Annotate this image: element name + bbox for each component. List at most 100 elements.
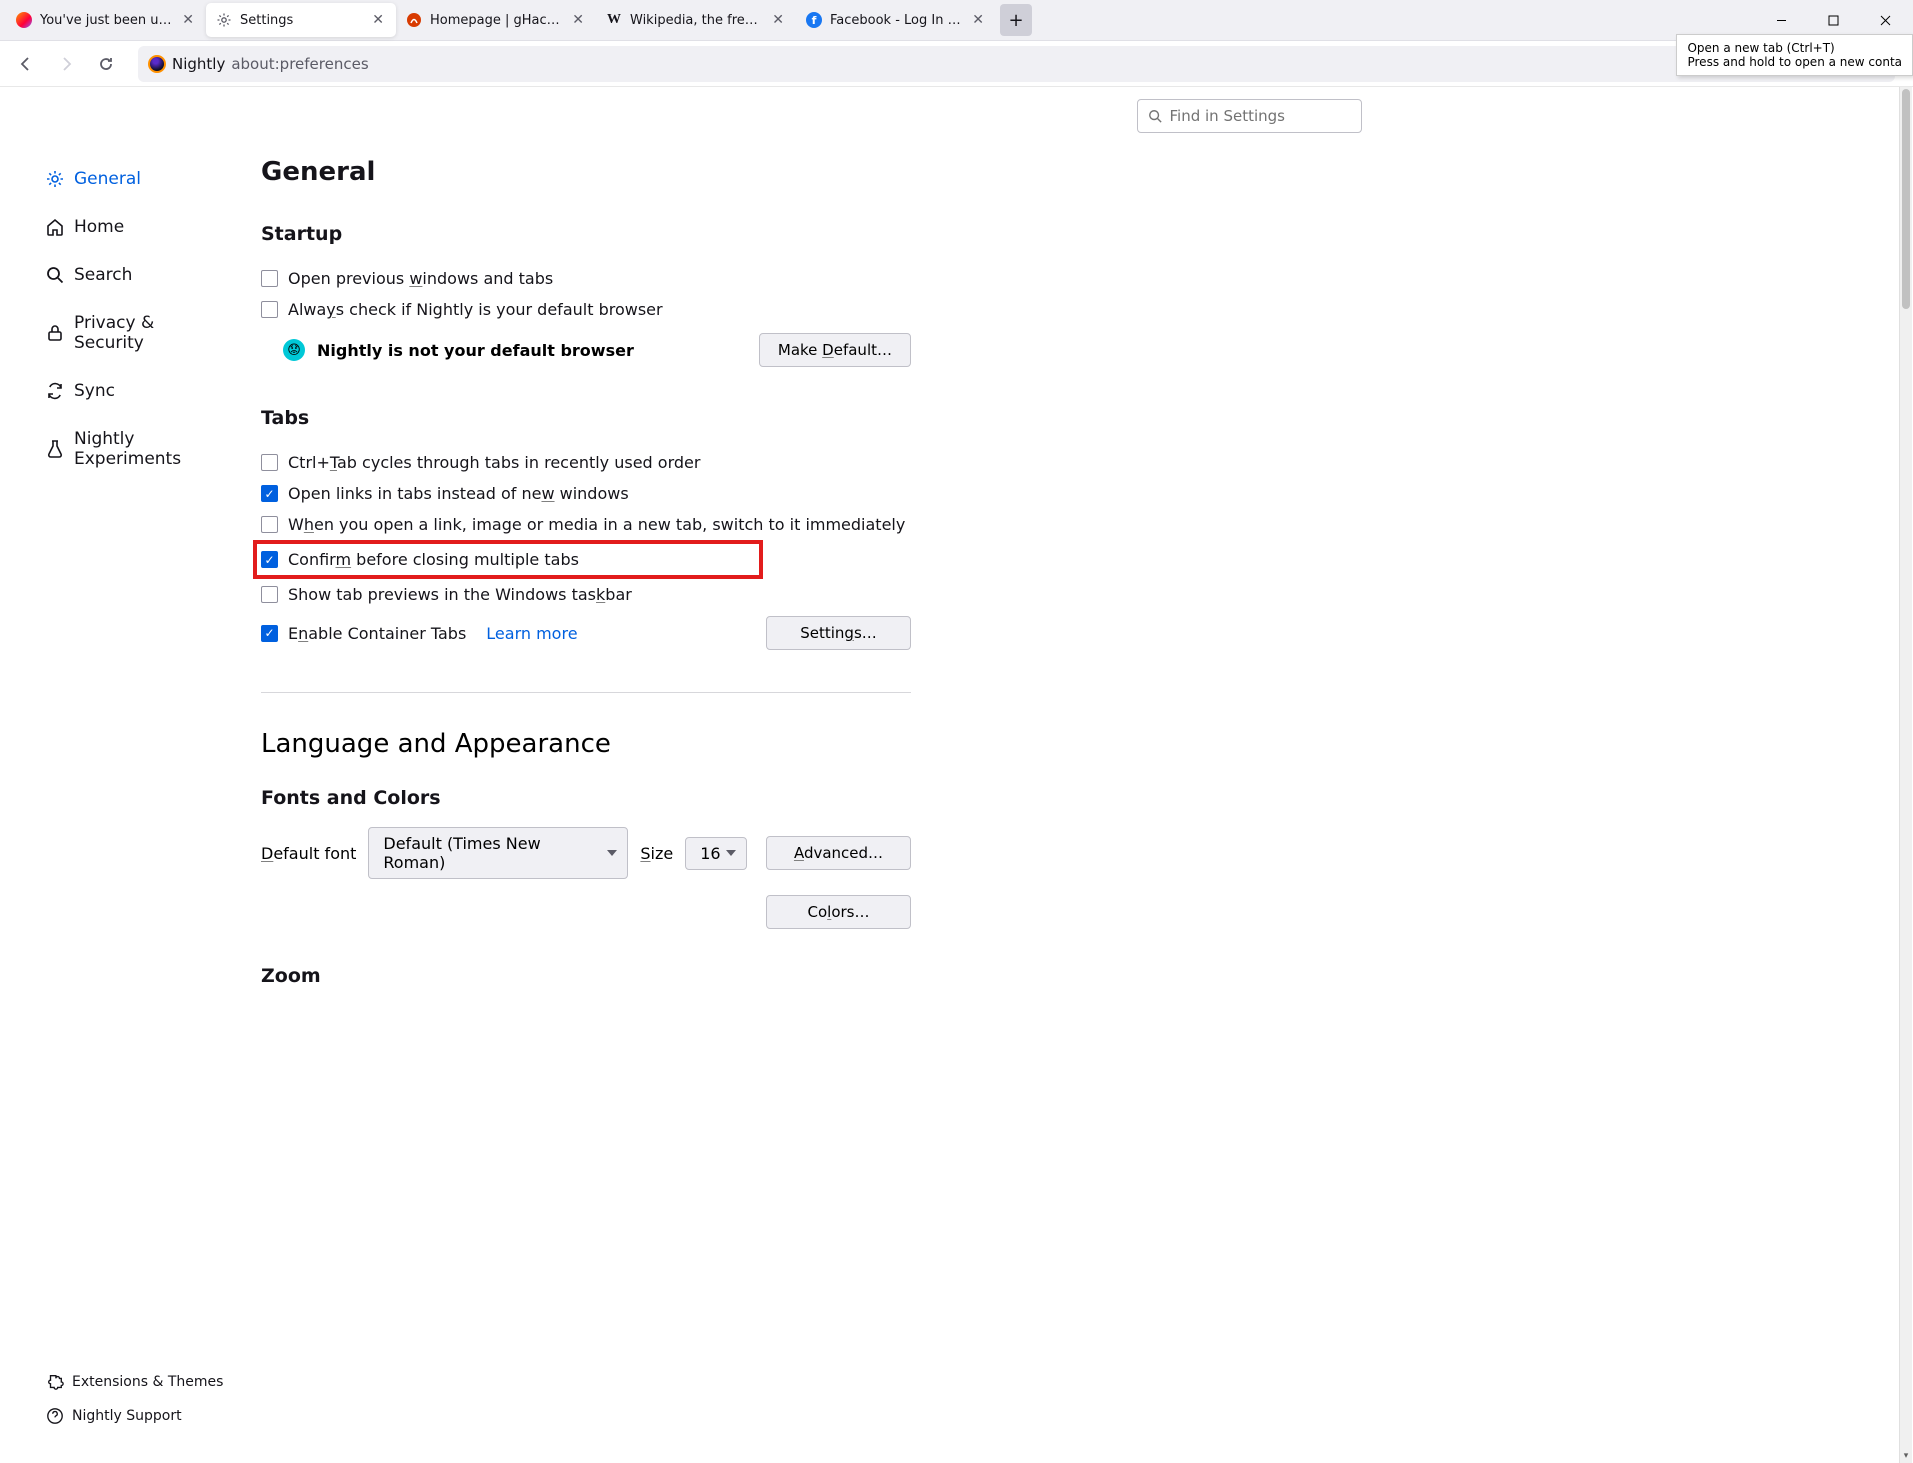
sidebar-item-general[interactable]: General: [0, 159, 237, 199]
checkbox[interactable]: [261, 625, 278, 642]
maximize-button[interactable]: [1811, 5, 1855, 35]
search-icon: [1148, 109, 1162, 123]
option-open-links[interactable]: Open links in tabs instead of new window…: [261, 478, 911, 509]
settings-sidebar: General Home Search Privacy & Security S…: [0, 87, 245, 1463]
forward-button[interactable]: [50, 48, 82, 80]
identity-label: Nightly: [172, 55, 225, 73]
search-placeholder: Find in Settings: [1170, 107, 1285, 125]
tab-label: Facebook - Log In or Sign U: [830, 13, 962, 28]
sidebar-item-label: Home: [74, 217, 124, 237]
sidebar-item-experiments[interactable]: Nightly Experiments: [0, 419, 237, 479]
navigation-toolbar: Nightly about:preferences: [0, 41, 1913, 87]
home-icon: [44, 216, 66, 238]
nightly-icon: [148, 55, 166, 73]
checkbox[interactable]: [261, 586, 278, 603]
option-label: Show tab previews in the Windows taskbar: [288, 585, 632, 604]
minimize-button[interactable]: [1759, 5, 1803, 35]
url-text: about:preferences: [231, 55, 368, 73]
sidebar-bottom: Extensions & Themes Nightly Support: [0, 1363, 245, 1447]
vertical-scrollbar[interactable]: ▴ ▾: [1899, 87, 1912, 1463]
tab-label: Settings: [240, 13, 362, 28]
ghacks-icon: [406, 12, 422, 28]
container-settings-button[interactable]: Settings…: [766, 616, 911, 650]
option-open-previous[interactable]: Open previous windows and tabs: [261, 263, 911, 294]
tab-label: Wikipedia, the free encyclop: [630, 13, 762, 28]
tab-ghacks[interactable]: Homepage | gHacks Techno ✕: [396, 3, 596, 37]
option-always-check[interactable]: Always check if Nightly is your default …: [261, 294, 911, 325]
option-confirm-close[interactable]: Confirm before closing multiple tabs: [261, 548, 579, 571]
option-switch-immediately[interactable]: When you open a link, image or media in …: [261, 509, 911, 540]
option-label: Open links in tabs instead of new window…: [288, 484, 629, 503]
option-show-previews[interactable]: Show tab previews in the Windows taskbar: [261, 579, 911, 610]
gear-icon: [216, 12, 232, 28]
tab-wikipedia[interactable]: W Wikipedia, the free encyclop ✕: [596, 3, 796, 37]
tooltip-line2: Press and hold to open a new conta: [1687, 55, 1902, 69]
close-window-button[interactable]: [1863, 5, 1907, 35]
option-label: Ctrl+Tab cycles through tabs in recently…: [288, 453, 700, 472]
tab-facebook[interactable]: f Facebook - Log In or Sign U ✕: [796, 3, 996, 37]
checkbox[interactable]: [261, 485, 278, 502]
select-value: 16: [700, 844, 720, 863]
sidebar-item-label: Sync: [74, 381, 115, 401]
back-button[interactable]: [10, 48, 42, 80]
sidebar-item-search[interactable]: Search: [0, 255, 237, 295]
facebook-icon: f: [806, 12, 822, 28]
main-area: General Home Search Privacy & Security S…: [0, 87, 1913, 1463]
make-default-button[interactable]: Make Default…: [759, 333, 911, 367]
identity-box[interactable]: Nightly: [148, 55, 225, 73]
sidebar-item-extensions[interactable]: Extensions & Themes: [0, 1367, 237, 1397]
tab-label: Homepage | gHacks Techno: [430, 13, 562, 28]
sidebar-item-label: Nightly Support: [72, 1408, 182, 1424]
highlighted-option: Confirm before closing multiple tabs: [253, 540, 763, 579]
url-bar[interactable]: Nightly about:preferences: [138, 46, 1895, 82]
select-value: Default (Times New Roman): [383, 834, 599, 872]
option-label: Enable Container Tabs: [288, 624, 466, 643]
advanced-fonts-button[interactable]: Advanced…: [766, 836, 911, 870]
sidebar-item-label: Extensions & Themes: [72, 1374, 223, 1390]
sidebar-item-sync[interactable]: Sync: [0, 371, 237, 411]
font-size-select[interactable]: 16: [685, 837, 747, 870]
flask-icon: [44, 438, 66, 460]
checkbox[interactable]: [261, 301, 278, 318]
scrollbar-thumb[interactable]: [1902, 89, 1910, 309]
fonts-heading: Fonts and Colors: [261, 787, 911, 809]
wikipedia-icon: W: [606, 12, 622, 28]
checkbox[interactable]: [261, 516, 278, 533]
sidebar-item-privacy[interactable]: Privacy & Security: [0, 303, 237, 363]
settings-search-input[interactable]: Find in Settings: [1137, 99, 1362, 133]
not-default-label: Nightly is not your default browser: [317, 341, 747, 360]
settings-content: General Startup Open previous windows an…: [261, 87, 911, 987]
close-icon[interactable]: ✕: [970, 11, 986, 29]
learn-more-link[interactable]: Learn more: [486, 624, 577, 643]
close-icon[interactable]: ✕: [770, 11, 786, 29]
checkbox[interactable]: [261, 551, 278, 568]
checkbox[interactable]: [261, 454, 278, 471]
scroll-down-arrow[interactable]: ▾: [1900, 1449, 1912, 1463]
default-font-select[interactable]: Default (Times New Roman): [368, 827, 628, 879]
reload-button[interactable]: [90, 48, 122, 80]
option-label: Always check if Nightly is your default …: [288, 300, 663, 319]
close-icon[interactable]: ✕: [370, 11, 386, 29]
language-heading: Language and Appearance: [261, 692, 911, 759]
close-icon[interactable]: ✕: [180, 11, 196, 29]
option-label: Confirm before closing multiple tabs: [288, 550, 579, 569]
tab-upgraded[interactable]: You've just been upgraded ✕: [6, 3, 206, 37]
sidebar-item-home[interactable]: Home: [0, 207, 237, 247]
tab-settings[interactable]: Settings ✕: [206, 3, 396, 37]
tabs-heading: Tabs: [261, 407, 911, 429]
puzzle-icon: [44, 1371, 66, 1393]
new-tab-tooltip: Open a new tab (Ctrl+T) Press and hold t…: [1676, 34, 1913, 76]
close-icon[interactable]: ✕: [570, 11, 586, 29]
sidebar-item-support[interactable]: Nightly Support: [0, 1401, 237, 1431]
lock-icon: [44, 322, 66, 344]
new-tab-button[interactable]: +: [1000, 4, 1032, 36]
default-browser-row: 😟 Nightly is not your default browser Ma…: [283, 333, 911, 367]
startup-heading: Startup: [261, 223, 911, 245]
colors-button[interactable]: Colors…: [766, 895, 911, 929]
page-title: General: [261, 157, 911, 187]
sidebar-item-label: General: [74, 169, 141, 189]
sync-icon: [44, 380, 66, 402]
checkbox[interactable]: [261, 270, 278, 287]
option-ctrl-tab[interactable]: Ctrl+Tab cycles through tabs in recently…: [261, 447, 911, 478]
sidebar-item-label: Nightly Experiments: [74, 429, 225, 469]
